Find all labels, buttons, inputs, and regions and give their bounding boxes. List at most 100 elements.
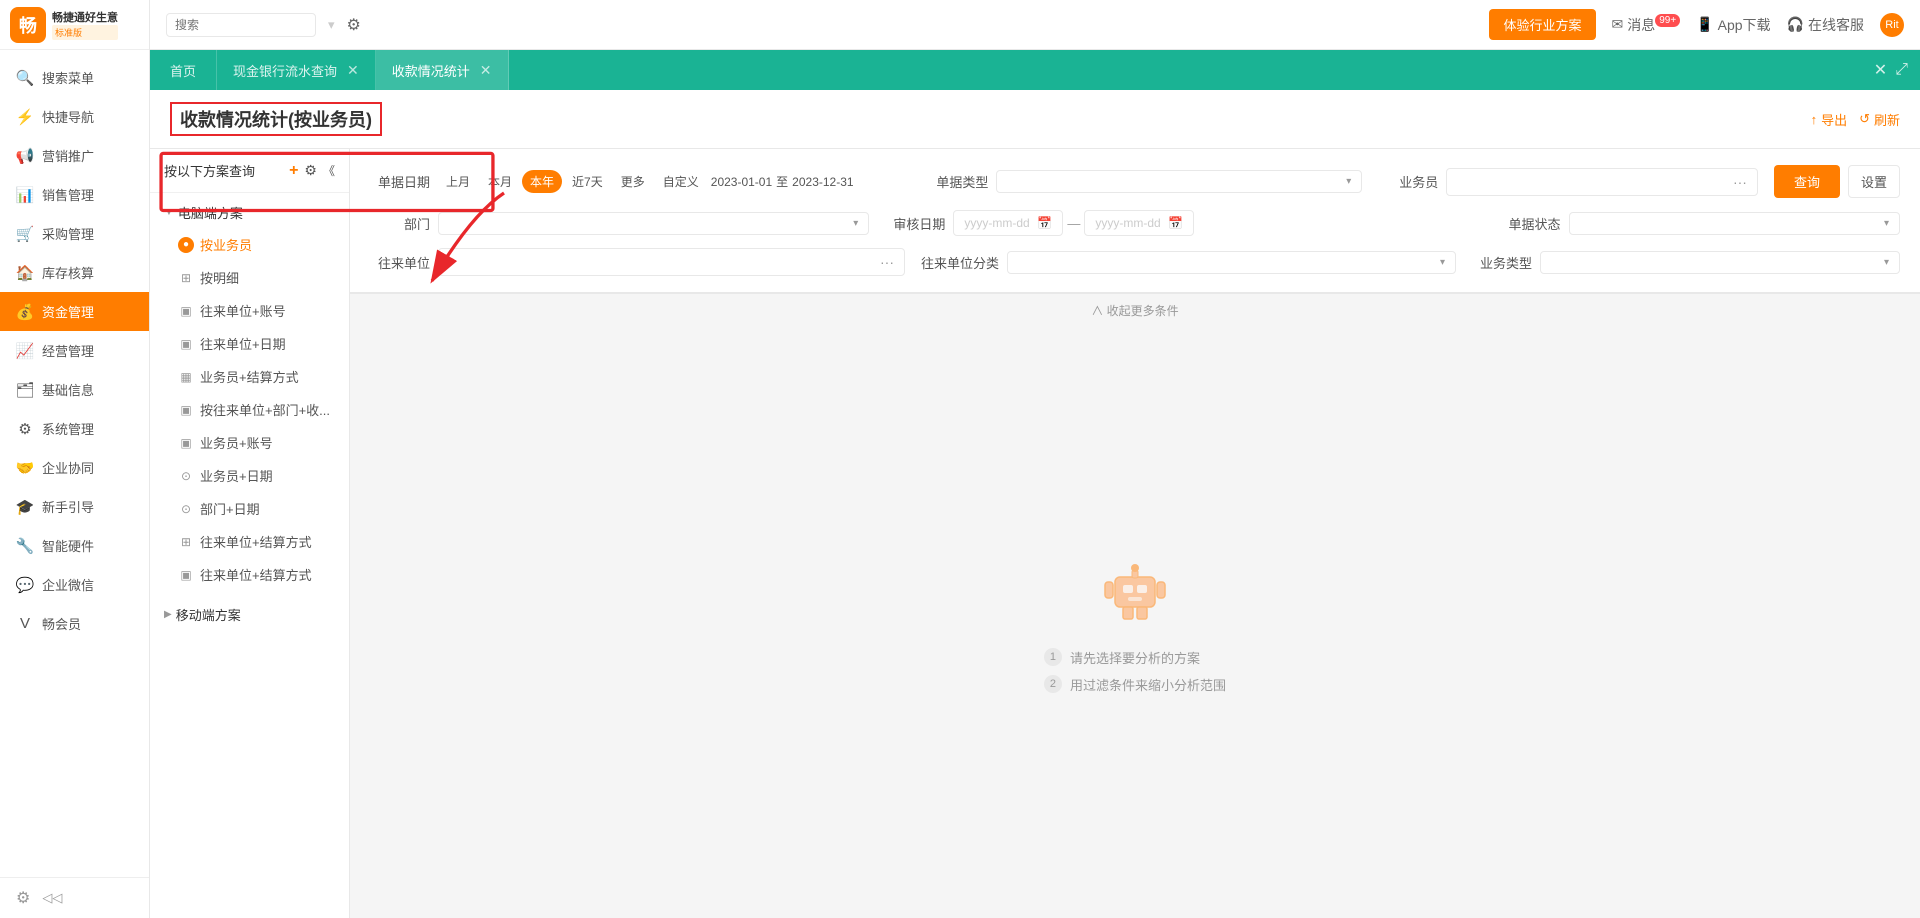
salesperson-scheme-icon: ● <box>178 237 194 253</box>
message-icon-area[interactable]: ✉ 消息 99+ <box>1612 15 1681 35</box>
refresh-icon: ↺ <box>1859 111 1870 127</box>
service-area[interactable]: 🎧 在线客服 <box>1787 15 1864 35</box>
scheme-settings-btn[interactable]: ⚙ <box>304 162 317 179</box>
topbar-search-input[interactable] <box>166 13 316 37</box>
partner-settlement2-icon: ▣ <box>178 567 194 583</box>
review-date-control: yyyy-mm-dd 📅 — yyyy-mm-dd 📅 <box>953 210 1484 236</box>
sidebar-item-wechat[interactable]: 💬 企业微信 <box>0 565 149 604</box>
tab-bank-flow[interactable]: 现金银行流水查询 ✕ <box>217 50 376 90</box>
export-icon: ↑ <box>1811 112 1818 127</box>
sidebar: 畅 畅捷通好生意 标准版 🔍 搜索菜单 ⚡ 快捷导航 📢 营销推广 📊 销售管理… <box>0 0 150 918</box>
topbar-right: 体验行业方案 ✉ 消息 99+ 📱 App下载 🎧 在线客服 Rit <box>1489 9 1904 40</box>
export-btn[interactable]: ↑ 导出 <box>1811 110 1848 129</box>
sales-icon: 📊 <box>16 186 34 204</box>
scheme-item-partner-settlement1[interactable]: ⊞ 往来单位+结算方式 <box>150 525 349 558</box>
refresh-btn[interactable]: ↺ 刷新 <box>1859 110 1900 129</box>
app-download-area[interactable]: 📱 App下载 <box>1696 15 1770 35</box>
left-panel-header: 按以下方案查询 + ⚙ 《 <box>150 149 349 193</box>
left-panel-actions: + ⚙ 《 <box>289 162 335 180</box>
partner-category-select[interactable]: ▾ <box>1007 251 1456 274</box>
sidebar-bottom: ⚙ ◁◁ <box>0 877 149 918</box>
date-tab-more[interactable]: 更多 <box>613 170 653 193</box>
main-area: ▾ ⚙ 体验行业方案 ✉ 消息 99+ 📱 App下载 🎧 在线客服 Rit <box>150 0 1920 918</box>
wechat-icon: 💬 <box>16 576 34 594</box>
partner-dept-icon: ▣ <box>178 402 194 418</box>
add-scheme-btn[interactable]: + <box>289 162 298 180</box>
partner-select[interactable]: ··· <box>438 248 905 276</box>
scheme-item-by-salesperson[interactable]: ● 按业务员 <box>150 228 349 261</box>
collapse-panel-btn[interactable]: 《 <box>323 162 335 179</box>
business-type-select[interactable]: ▾ <box>1540 251 1900 274</box>
partner-category-filter-item: 往来单位分类 ▾ <box>921 251 1456 274</box>
setting-btn[interactable]: 设置 <box>1848 165 1900 198</box>
scheme-item-salesperson-date[interactable]: ⊙ 业务员+日期 <box>150 459 349 492</box>
scheme-item-salesperson-account[interactable]: ▣ 业务员+账号 <box>150 426 349 459</box>
filter-row-2: 部门 ▾ 审核日期 yyyy-mm-dd 📅 <box>370 210 1900 236</box>
basic-icon: 🗂 <box>16 381 34 399</box>
date-tab-7days[interactable]: 近7天 <box>564 170 611 193</box>
tab-home[interactable]: 首页 <box>150 50 217 90</box>
sidebar-settings-icon[interactable]: ⚙ <box>16 888 30 908</box>
scheme-item-by-detail[interactable]: ⊞ 按明细 <box>150 261 349 294</box>
date-tab-this-year[interactable]: 本年 <box>522 170 562 193</box>
sidebar-item-enterprise[interactable]: 🤝 企业协同 <box>0 448 149 487</box>
sidebar-item-inventory[interactable]: 🏠 库存核算 <box>0 253 149 292</box>
collapse-bar[interactable]: ∧ 收起更多条件 <box>350 293 1920 327</box>
business-type-filter-item: 业务类型 ▾ <box>1472 251 1900 274</box>
dept-select[interactable]: ▾ <box>438 212 869 235</box>
partner-category-arrow: ▾ <box>1440 257 1445 268</box>
date-tab-custom[interactable]: 自定义 <box>655 170 707 193</box>
sidebar-item-purchase[interactable]: 🛒 采购管理 <box>0 214 149 253</box>
window-maximize-icon[interactable]: ⤢ <box>1895 61 1908 79</box>
sidebar-collapse-icon[interactable]: ◁◁ <box>42 890 62 906</box>
scheme-item-partner-settlement2[interactable]: ▣ 往来单位+结算方式 <box>150 558 349 591</box>
sidebar-item-sales[interactable]: 📊 销售管理 <box>0 175 149 214</box>
doc-type-select[interactable]: ▾ <box>996 170 1362 193</box>
query-btn[interactable]: 查询 <box>1774 165 1840 198</box>
sidebar-item-vip[interactable]: V 畅会员 <box>0 604 149 643</box>
mobile-scheme-group-title[interactable]: ▶ 移动端方案 <box>150 599 349 630</box>
sidebar-item-operation[interactable]: 📈 经营管理 <box>0 331 149 370</box>
date-tab-last-month[interactable]: 上月 <box>438 170 478 193</box>
sidebar-item-marketing[interactable]: 📢 营销推广 <box>0 136 149 175</box>
sidebar-item-quick-nav[interactable]: ⚡ 快捷导航 <box>0 97 149 136</box>
sidebar-item-search[interactable]: 🔍 搜索菜单 <box>0 58 149 97</box>
filter-row-3: 往来单位 ··· 往来单位分类 <box>370 248 1900 276</box>
doc-status-label: 单据状态 <box>1501 214 1561 233</box>
sidebar-item-system[interactable]: ⚙ 系统管理 <box>0 409 149 448</box>
review-date-to-input[interactable]: yyyy-mm-dd 📅 <box>1084 210 1194 236</box>
sidebar-item-guide[interactable]: 🎓 新手引导 <box>0 487 149 526</box>
sidebar-item-finance[interactable]: 💰 资金管理 <box>0 292 149 331</box>
topbar-gear-icon[interactable]: ⚙ <box>347 15 361 35</box>
review-date-from-input[interactable]: yyyy-mm-dd 📅 <box>953 210 1063 236</box>
logo-area: 畅 畅捷通好生意 标准版 <box>0 0 149 50</box>
sidebar-nav: 🔍 搜索菜单 ⚡ 快捷导航 📢 营销推广 📊 销售管理 🛒 采购管理 🏠 库存核… <box>0 50 149 877</box>
sidebar-item-hardware[interactable]: 🔧 智能硬件 <box>0 526 149 565</box>
scheme-item-partner-dept-collection[interactable]: ▣ 按往来单位+部门+收... <box>150 393 349 426</box>
date-tab-this-month[interactable]: 本月 <box>480 170 520 193</box>
window-close-icon[interactable]: ✕ <box>1874 60 1887 80</box>
date-tabs: 上月 本月 本年 近7天 更多 自定义 <box>438 170 707 193</box>
tab-collection-stats-close[interactable]: ✕ <box>480 62 492 79</box>
calendar-from-icon: 📅 <box>1037 216 1052 230</box>
business-type-label: 业务类型 <box>1472 253 1532 272</box>
scheme-item-dept-date[interactable]: ⊙ 部门+日期 <box>150 492 349 525</box>
user-avatar[interactable]: Rit <box>1880 13 1904 37</box>
salesperson-label: 业务员 <box>1378 172 1438 191</box>
empty-tip-2: 2 用过滤条件来缩小分析范围 <box>1044 675 1226 694</box>
salesperson-select[interactable]: ··· <box>1446 168 1758 196</box>
scheme-item-salesperson-settlement[interactable]: ▦ 业务员+结算方式 <box>150 360 349 393</box>
trial-btn[interactable]: 体验行业方案 <box>1489 9 1595 40</box>
doc-status-select[interactable]: ▾ <box>1569 212 1900 235</box>
doc-type-filter-item: 单据类型 ▾ <box>928 170 1362 193</box>
sidebar-item-basic[interactable]: 🗂 基础信息 <box>0 370 149 409</box>
salesperson-date-icon: ⊙ <box>178 468 194 484</box>
tab-bank-flow-close[interactable]: ✕ <box>347 62 359 79</box>
scheme-item-partner-date[interactable]: ▣ 往来单位+日期 <box>150 327 349 360</box>
scheme-item-partner-account[interactable]: ▣ 往来单位+账号 <box>150 294 349 327</box>
tab-collection-stats[interactable]: 收款情况统计 ✕ <box>376 50 509 90</box>
partner-account-icon: ▣ <box>178 303 194 319</box>
operation-icon: 📈 <box>16 342 34 360</box>
desktop-scheme-group-title[interactable]: ▼ 电脑端方案 <box>150 197 349 228</box>
guide-icon: 🎓 <box>16 498 34 516</box>
